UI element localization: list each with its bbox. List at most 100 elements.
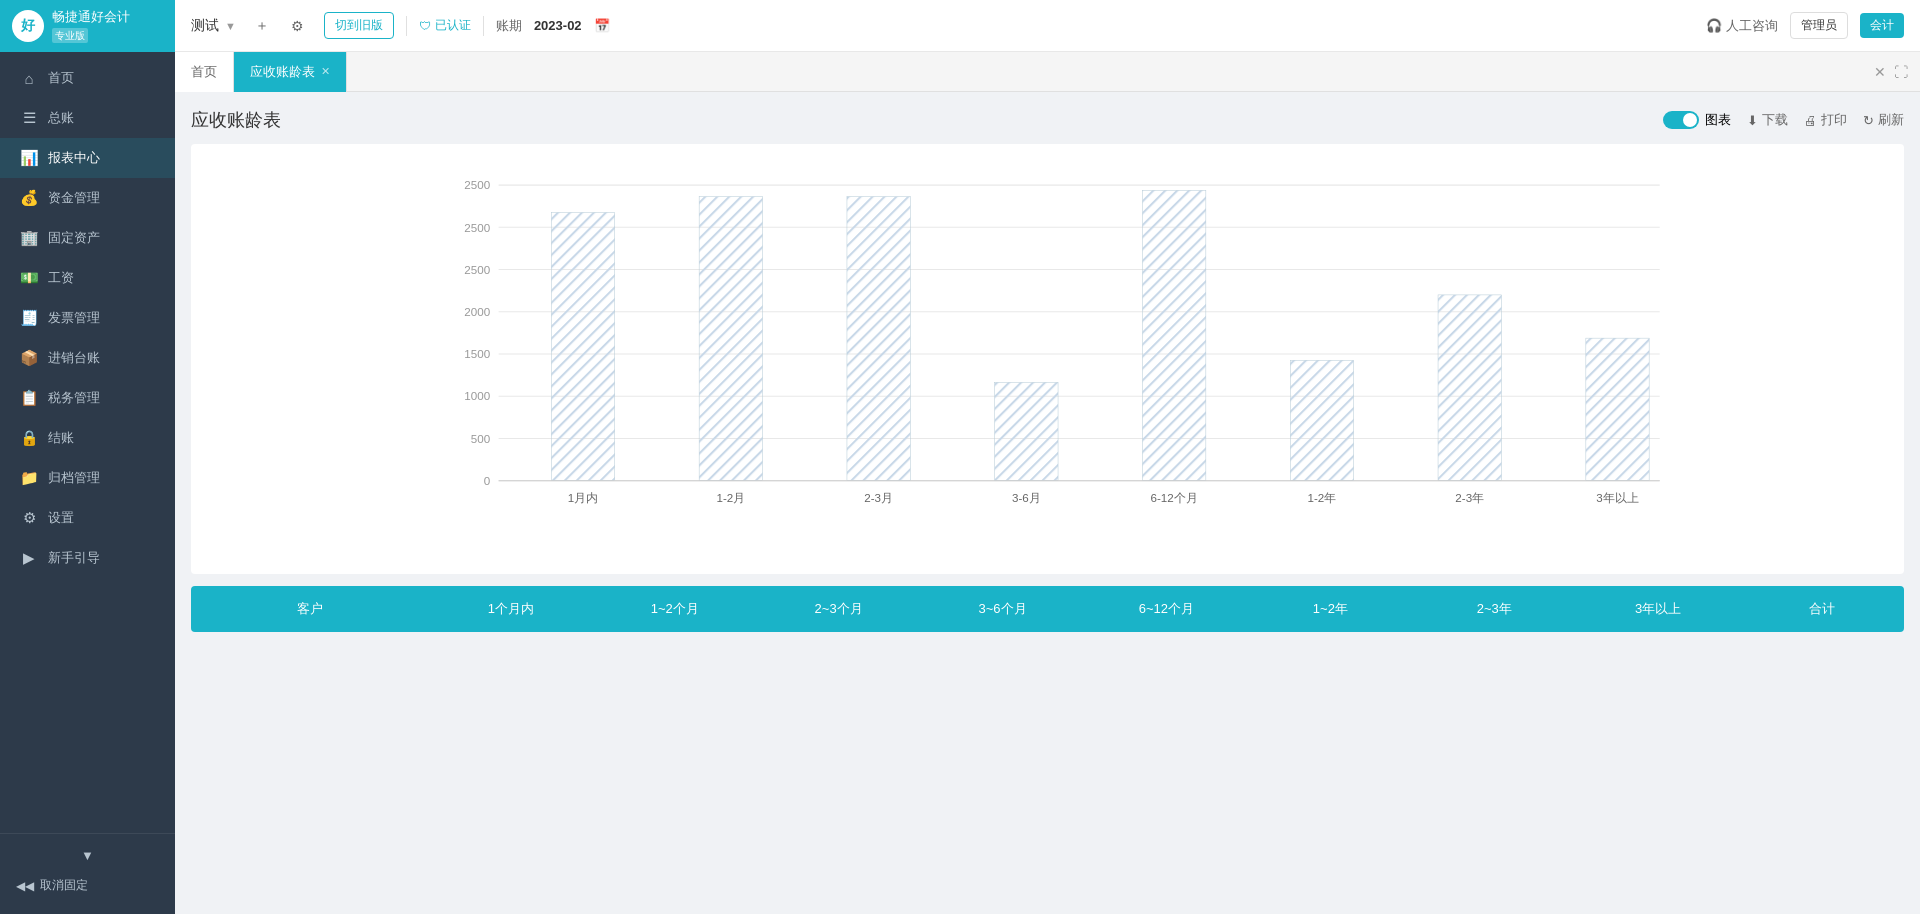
expand-window-icon[interactable]: ⛶	[1894, 64, 1908, 80]
nav-label-invoice: 发票管理	[48, 309, 100, 327]
sidebar-nav-container: ⌂ 首页 ☰ 总账 📊 报表中心 💰 资金管理 🏢 固定资产 💵 工资 🧾 发票…	[0, 52, 175, 833]
settings-icon[interactable]: ⚙	[284, 12, 312, 40]
consult-button[interactable]: 🎧 人工咨询	[1706, 17, 1778, 35]
th-1~2个月: 1~2个月	[593, 586, 757, 632]
sidebar-item-settings[interactable]: ⚙ 设置	[0, 498, 175, 538]
page-header: 应收账龄表 图表 ⬇ 下载 🖨 打印	[191, 108, 1904, 132]
main-area: 测试 ▼ ＋ ⚙ 切到旧版 🛡 已认证 账期 2023-02 📅 🎧 人工咨询 …	[175, 0, 1920, 914]
download-button[interactable]: ⬇ 下载	[1747, 111, 1788, 129]
svg-text:1500: 1500	[464, 347, 490, 360]
bar-1-2月	[699, 197, 762, 481]
close-window-icon[interactable]: ✕	[1874, 64, 1886, 80]
sidebar-item-tax[interactable]: 📋 税务管理	[0, 378, 175, 418]
sidebar: 好 畅捷通好会计 专业版 ⌂ 首页 ☰ 总账 📊 报表中心 💰 资金管理 🏢 固…	[0, 0, 175, 914]
nav-icon-payroll: 💵	[20, 269, 38, 287]
svg-text:1月内: 1月内	[568, 491, 598, 504]
th-1个月内: 1个月内	[429, 586, 593, 632]
nav-icon-archive: 📁	[20, 469, 38, 487]
consult-label: 人工咨询	[1726, 17, 1778, 35]
sidebar-item-archive[interactable]: 📁 归档管理	[0, 458, 175, 498]
tabs-bar: 首页 应收账龄表 ✕ ✕ ⛶	[175, 52, 1920, 92]
bar-3-6月	[995, 383, 1058, 481]
headset-icon: 🎧	[1706, 18, 1722, 33]
topbar-right: 🎧 人工咨询 管理员 会计	[1706, 12, 1904, 39]
shield-icon: 🛡	[419, 19, 431, 33]
nav-label-guide: 新手引导	[48, 549, 100, 567]
print-button[interactable]: 🖨 打印	[1804, 111, 1847, 129]
project-name: 测试	[191, 17, 219, 35]
logo-icon: 好	[12, 10, 44, 42]
svg-text:2-3月: 2-3月	[864, 491, 893, 504]
svg-text:1-2年: 1-2年	[1308, 491, 1337, 504]
project-selector[interactable]: 测试 ▼	[191, 17, 236, 35]
sidebar-scroll-down-btn[interactable]: ▼	[0, 844, 175, 867]
sidebar-item-closing[interactable]: 🔒 结账	[0, 418, 175, 458]
nav-icon-tax: 📋	[20, 389, 38, 407]
bar-6-12个月	[1143, 190, 1206, 480]
app-name: 畅捷通好会计	[52, 9, 130, 26]
tab-home-label: 首页	[191, 63, 217, 81]
chart-inner: 2500 2500 2500 2000 1500 1000 500 0	[221, 164, 1874, 544]
svg-text:6-12个月: 6-12个月	[1151, 491, 1198, 504]
nav-label-ledger: 总账	[48, 109, 74, 127]
sidebar-nav: ⌂ 首页 ☰ 总账 📊 报表中心 💰 资金管理 🏢 固定资产 💵 工资 🧾 发票…	[0, 52, 175, 584]
refresh-label: 刷新	[1878, 111, 1904, 129]
nav-icon-closing: 🔒	[20, 429, 38, 447]
calendar-icon[interactable]: 📅	[594, 18, 610, 33]
svg-text:2-3年: 2-3年	[1455, 491, 1484, 504]
sidebar-item-home[interactable]: ⌂ 首页	[0, 58, 175, 98]
sidebar-item-funds[interactable]: 💰 资金管理	[0, 178, 175, 218]
page-container: 应收账龄表 图表 ⬇ 下载 🖨 打印	[175, 92, 1920, 914]
nav-label-inventory: 进销台账	[48, 349, 100, 367]
add-button[interactable]: ＋	[248, 12, 276, 40]
svg-text:3年以上: 3年以上	[1596, 491, 1638, 504]
refresh-icon: ↻	[1863, 113, 1874, 128]
table-container: 客户1个月内1~2个月2~3个月3~6个月6~12个月1~2年2~3年3年以上合…	[191, 586, 1904, 632]
chevron-down-icon: ▼	[225, 20, 236, 32]
tab-close-icon[interactable]: ✕	[321, 65, 330, 78]
svg-text:2000: 2000	[464, 305, 490, 318]
refresh-button[interactable]: ↻ 刷新	[1863, 111, 1904, 129]
cancel-fixed-label: 取消固定	[40, 877, 88, 894]
sidebar-item-ledger[interactable]: ☰ 总账	[0, 98, 175, 138]
content-area: 应收账龄表 图表 ⬇ 下载 🖨 打印	[175, 92, 1920, 914]
divider2	[483, 16, 484, 36]
nav-label-home: 首页	[48, 69, 74, 87]
th-3年以上: 3年以上	[1576, 586, 1740, 632]
pin-icon: ◀◀	[16, 879, 34, 893]
svg-text:1000: 1000	[464, 389, 490, 402]
svg-text:2500: 2500	[464, 178, 490, 191]
chart-toggle[interactable]: 图表	[1663, 111, 1731, 129]
tab-home[interactable]: 首页	[175, 52, 234, 92]
table-header-row: 客户1个月内1~2个月2~3个月3~6个月6~12个月1~2年2~3年3年以上合…	[191, 586, 1904, 632]
tab-ar-aging[interactable]: 应收账龄表 ✕	[234, 52, 347, 92]
sidebar-item-payroll[interactable]: 💵 工资	[0, 258, 175, 298]
cancel-fixed-button[interactable]: ◀◀ 取消固定	[0, 867, 175, 904]
bar-2-3月	[847, 197, 910, 481]
sidebar-item-inventory[interactable]: 📦 进销台账	[0, 338, 175, 378]
accountant-button[interactable]: 会计	[1860, 13, 1904, 38]
toggle-track[interactable]	[1663, 111, 1699, 129]
certified-label: 已认证	[435, 17, 471, 34]
switch-to-old-button[interactable]: 切到旧版	[324, 12, 394, 39]
nav-icon-assets: 🏢	[20, 229, 38, 247]
print-label: 打印	[1821, 111, 1847, 129]
nav-label-reports: 报表中心	[48, 149, 100, 167]
topbar: 测试 ▼ ＋ ⚙ 切到旧版 🛡 已认证 账期 2023-02 📅 🎧 人工咨询 …	[175, 0, 1920, 52]
th-1~2年: 1~2年	[1248, 586, 1412, 632]
bar-3年以上	[1586, 338, 1649, 480]
th-2~3个月: 2~3个月	[757, 586, 921, 632]
sidebar-item-reports[interactable]: 📊 报表中心	[0, 138, 175, 178]
nav-label-funds: 资金管理	[48, 189, 100, 207]
th-客户: 客户	[191, 586, 429, 632]
sidebar-item-guide[interactable]: ▶ 新手引导	[0, 538, 175, 578]
nav-icon-invoice: 🧾	[20, 309, 38, 327]
period-value: 2023-02	[534, 18, 582, 33]
sidebar-logo: 好 畅捷通好会计 专业版	[0, 0, 175, 52]
tabs-right-actions: ✕ ⛶	[1874, 64, 1920, 80]
user-button[interactable]: 管理员	[1790, 12, 1848, 39]
sidebar-bottom: ▼ ◀◀ 取消固定	[0, 833, 175, 914]
sidebar-item-assets[interactable]: 🏢 固定资产	[0, 218, 175, 258]
svg-text:1-2月: 1-2月	[716, 491, 745, 504]
sidebar-item-invoice[interactable]: 🧾 发票管理	[0, 298, 175, 338]
